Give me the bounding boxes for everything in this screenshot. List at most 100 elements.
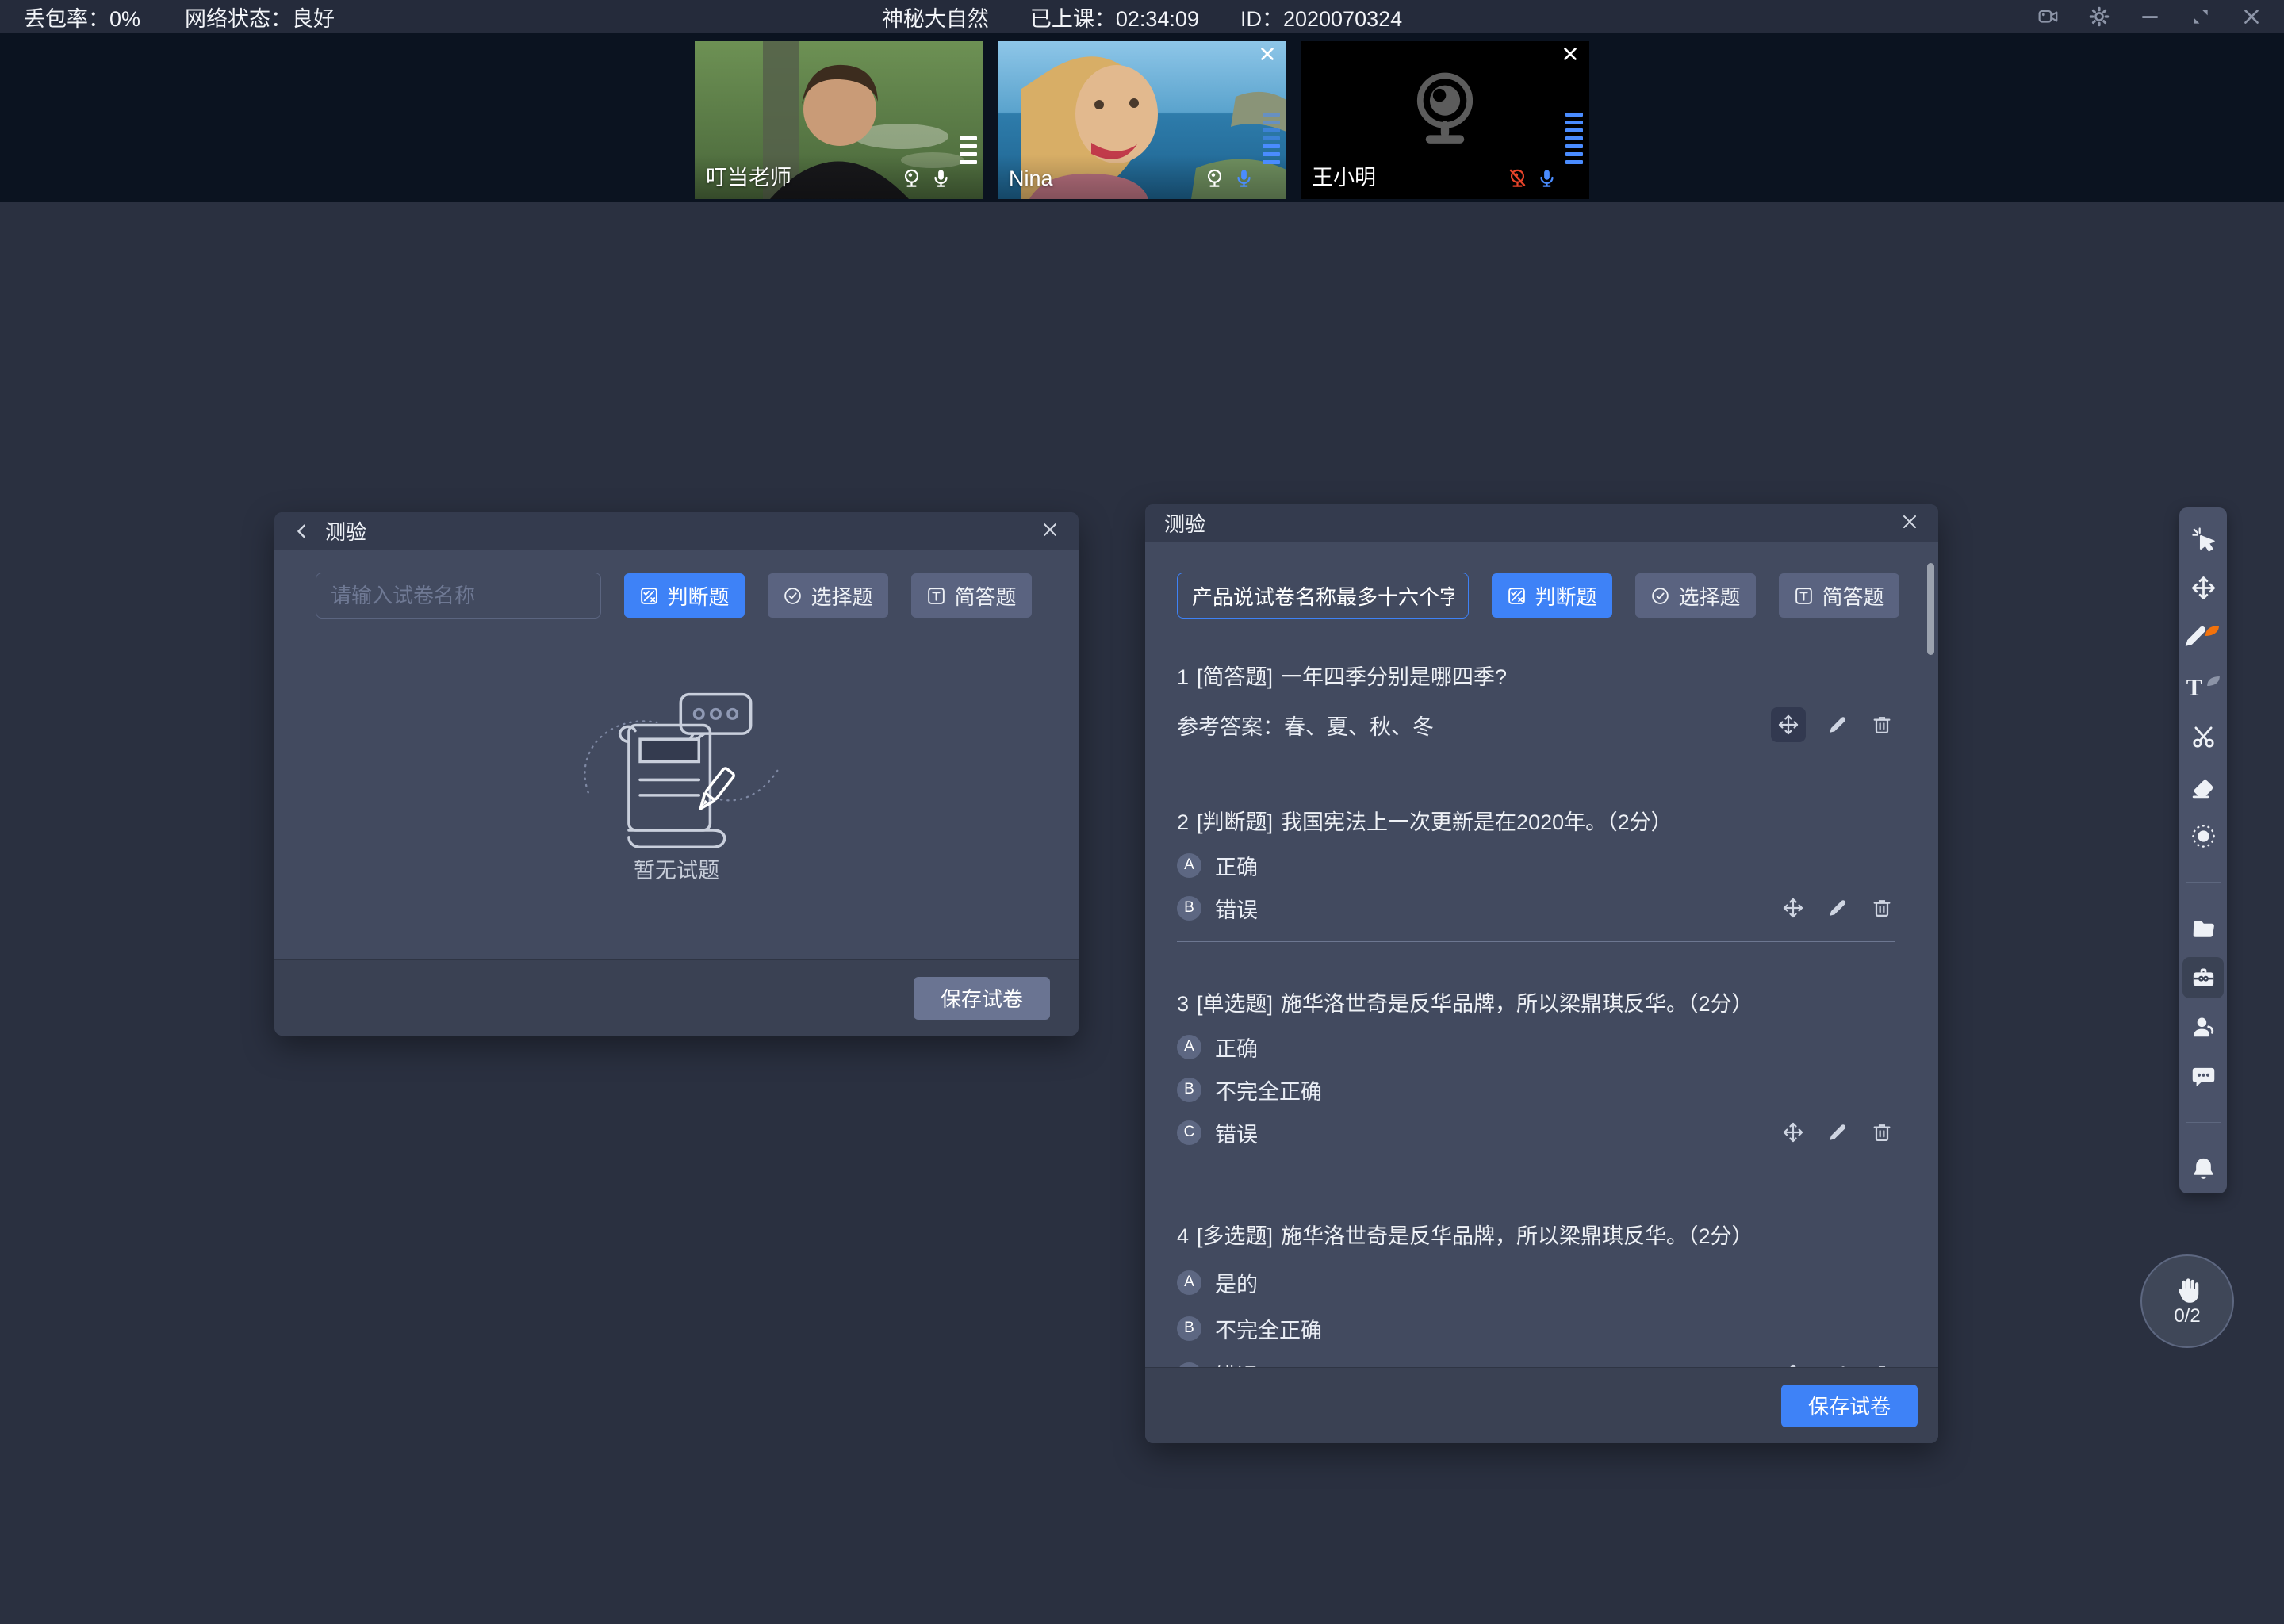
question-index: 1: [1177, 665, 1190, 689]
empty-illustration: [584, 692, 780, 848]
eraser-tool-icon[interactable]: [2179, 762, 2227, 812]
participant-name: Nina: [1009, 167, 1053, 190]
network-status: 网络状态：良好: [185, 6, 335, 31]
pencil-tool-icon[interactable]: [2179, 613, 2227, 663]
question-type-tag: [简答题]: [1197, 665, 1274, 689]
pencil-color-dot: [2205, 625, 2219, 636]
close-dialog-icon[interactable]: [1900, 512, 1922, 534]
mic-on-icon[interactable]: [930, 167, 952, 193]
bell-tool-icon[interactable]: [2179, 1143, 2227, 1193]
camera-icon[interactable]: [2037, 5, 2060, 29]
add-short-answer-button[interactable]: 简答题: [1779, 573, 1899, 618]
short-answer-icon: [928, 587, 945, 604]
camera-on-icon[interactable]: [1204, 167, 1225, 193]
close-dialog-icon[interactable]: [1040, 520, 1063, 542]
divider: [1177, 941, 1895, 942]
pointer-tool-icon[interactable]: [2179, 514, 2227, 564]
dialog-title: 测验: [1164, 512, 1206, 536]
question-text: 一年四季分别是哪四季?: [1281, 665, 1508, 689]
question-block: 3 [单选题] 施华洛世奇是反华品牌，所以梁鼎琪反华。（2分） A 正确 B 不…: [1177, 990, 1895, 1166]
edit-question-icon[interactable]: [1825, 712, 1850, 737]
choice-question-icon: [1652, 587, 1669, 604]
add-choice-question-button[interactable]: 选择题: [768, 573, 888, 618]
members-tool-icon[interactable]: [2179, 1002, 2227, 1052]
question-block: 2 [判断题] 我国宪法上一次更新是在2020年。（2分） A 正确 B 错误: [1177, 808, 1895, 942]
scrollbar-thumb[interactable]: [1927, 563, 1934, 655]
option-label: 不完全正确: [1215, 1079, 1322, 1104]
settings-gear-icon[interactable]: [2087, 5, 2111, 29]
option-badge: A: [1177, 852, 1201, 878]
camera-muted-icon[interactable]: [1507, 167, 1528, 193]
room-id: ID：2020070324: [1240, 6, 1403, 31]
delete-question-icon[interactable]: [1869, 1120, 1895, 1145]
mic-on-icon[interactable]: [1233, 167, 1255, 193]
class-timer: 已上课：02:34:09: [1029, 6, 1199, 31]
paper-name-input[interactable]: [316, 573, 601, 619]
dialog-title: 测验: [325, 520, 367, 544]
option-badge: A: [1177, 1270, 1201, 1295]
restore-icon[interactable]: [2189, 5, 2213, 29]
minimize-icon[interactable]: [2138, 5, 2162, 29]
question-index: 2: [1177, 810, 1190, 834]
choice-question-icon: [784, 587, 802, 604]
question-type-tag: [单选题]: [1197, 992, 1274, 1016]
dialog-header: 测验: [274, 512, 1079, 550]
close-video-icon[interactable]: [1259, 45, 1279, 66]
option-badge: C: [1177, 1120, 1201, 1145]
option-badge: A: [1177, 1034, 1201, 1059]
move-tool-icon[interactable]: [2179, 564, 2227, 614]
add-judge-question-button[interactable]: 判断题: [624, 573, 745, 618]
add-judge-question-button[interactable]: 判断题: [1492, 573, 1612, 618]
option-label: 错误: [1215, 898, 1258, 922]
paper-name-input[interactable]: [1177, 573, 1469, 619]
delete-question-icon[interactable]: [1869, 712, 1895, 737]
spotlight-tool-icon[interactable]: [2179, 811, 2227, 861]
add-short-answer-button[interactable]: 简答题: [911, 573, 1032, 618]
svg-text:T: T: [2186, 675, 2202, 701]
toolbox-tool-icon[interactable]: [2179, 953, 2227, 1003]
question-index: 3: [1177, 992, 1190, 1016]
save-paper-button[interactable]: 保存试卷: [913, 976, 1050, 1020]
text-color-dot: [2206, 676, 2220, 687]
divider: [2186, 882, 2221, 883]
edit-question-icon[interactable]: [1825, 1120, 1850, 1145]
edit-question-icon[interactable]: [1825, 895, 1850, 921]
quiz-dialog-empty: 测验 判断题: [274, 512, 1079, 1036]
video-tile-nina[interactable]: Nina: [998, 41, 1286, 199]
move-question-icon[interactable]: [1780, 1120, 1806, 1145]
add-choice-question-button[interactable]: 选择题: [1635, 573, 1756, 618]
room-title: 神秘大自然: [881, 6, 989, 31]
option-label: 正确: [1215, 1036, 1258, 1061]
move-question-icon[interactable]: [1771, 707, 1806, 742]
close-window-icon[interactable]: [2240, 5, 2263, 29]
tool-rail: T: [2179, 508, 2227, 1193]
courseware-folder-icon[interactable]: [2179, 903, 2227, 953]
participant-name: 叮当老师: [706, 166, 791, 190]
reference-answer: 参考答案：春、夏、秋、冬: [1177, 714, 1434, 739]
video-tile-wangxiaoming[interactable]: 王小明: [1301, 41, 1589, 199]
empty-state: 暂无试题: [316, 680, 1037, 884]
dialog-footer: 保存试卷: [1145, 1367, 1938, 1443]
option-label: 是的: [1215, 1272, 1258, 1297]
volume-meter: [1565, 113, 1583, 164]
question-text: 施华洛世奇是反华品牌，所以梁鼎琪反华。（2分）: [1281, 992, 1753, 1016]
back-chevron-icon[interactable]: [293, 521, 314, 542]
dialog-body: 判断题 选择题 简答题: [1145, 542, 1938, 1443]
save-paper-button[interactable]: 保存试卷: [1780, 1384, 1918, 1427]
scissors-tool-icon[interactable]: [2179, 712, 2227, 762]
camera-on-icon[interactable]: [901, 167, 922, 193]
option-label: 正确: [1215, 855, 1258, 879]
question-text: 施华洛世奇是反华品牌，所以梁鼎琪反华。（2分）: [1281, 1224, 1753, 1248]
move-question-icon[interactable]: [1780, 895, 1806, 921]
hand-raise-button[interactable]: 0/2: [2140, 1254, 2234, 1348]
video-tile-teacher[interactable]: 叮当老师: [695, 41, 983, 199]
mic-on-icon[interactable]: [1536, 167, 1558, 193]
close-video-icon[interactable]: [1562, 45, 1582, 66]
classroom-window: 丢包率：0% 网络状态：良好 神秘大自然 已上课：02:34:09 ID：202…: [0, 0, 2284, 1624]
packet-loss: 丢包率：0%: [24, 6, 141, 31]
chat-tool-icon[interactable]: [2179, 1052, 2227, 1102]
option-label: 错误: [1215, 1122, 1258, 1147]
delete-question-icon[interactable]: [1869, 895, 1895, 921]
text-tool-icon[interactable]: T: [2179, 663, 2227, 713]
question-type-tag: [判断题]: [1197, 810, 1274, 834]
